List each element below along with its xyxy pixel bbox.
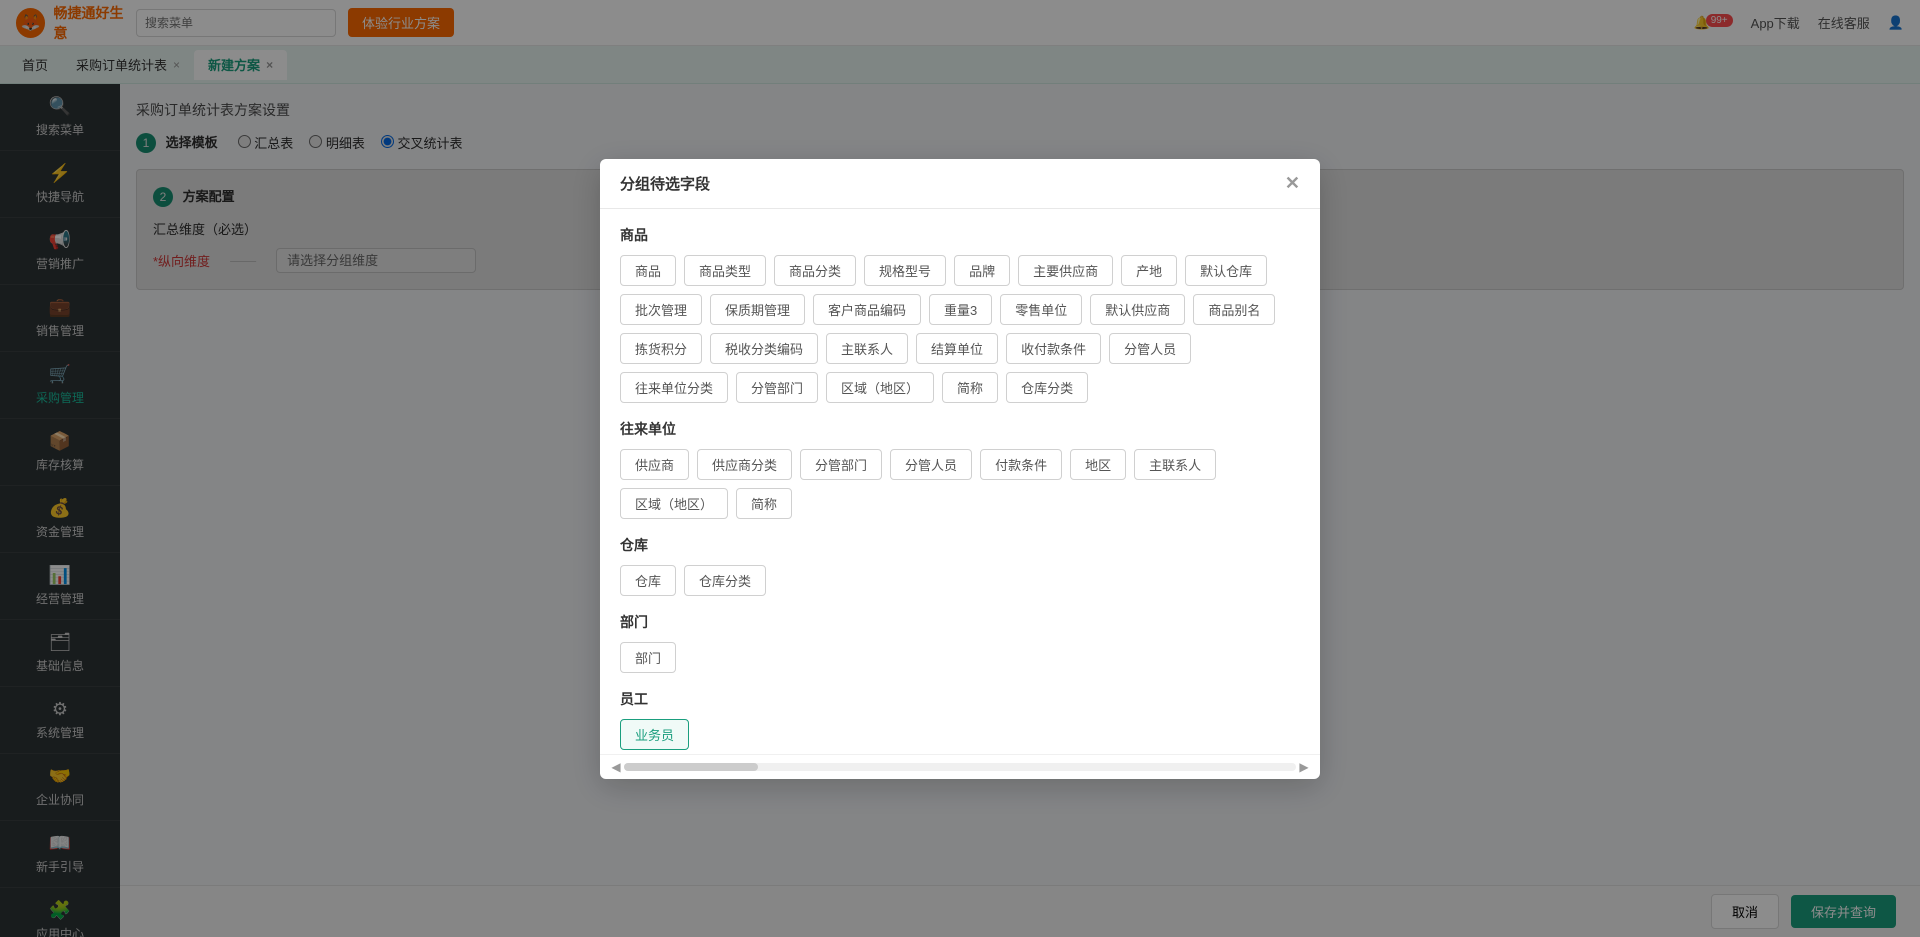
field-tags-4: 业务员 — [620, 719, 1300, 750]
field-select-modal: 分组待选字段 ✕ 商品商品商品类型商品分类规格型号品牌主要供应商产地默认仓库批次… — [600, 159, 1320, 779]
field-tag-0-23[interactable]: 区域（地区） — [826, 372, 934, 403]
section-title-1: 往来单位 — [620, 419, 1300, 439]
field-tags-2: 仓库仓库分类 — [620, 565, 1300, 596]
field-tag-0-22[interactable]: 分管部门 — [736, 372, 818, 403]
field-tag-1-7[interactable]: 区域（地区） — [620, 488, 728, 519]
field-tag-0-21[interactable]: 往来单位分类 — [620, 372, 728, 403]
field-tag-4-0[interactable]: 业务员 — [620, 719, 689, 750]
field-tag-0-16[interactable]: 税收分类编码 — [710, 333, 818, 364]
field-tag-1-2[interactable]: 分管部门 — [800, 449, 882, 480]
field-tag-1-6[interactable]: 主联系人 — [1134, 449, 1216, 480]
field-tag-0-18[interactable]: 结算单位 — [916, 333, 998, 364]
field-tag-2-1[interactable]: 仓库分类 — [684, 565, 766, 596]
scroll-right-arrow[interactable]: ▶ — [1296, 759, 1312, 775]
modal-header: 分组待选字段 ✕ — [600, 159, 1320, 209]
field-tag-1-5[interactable]: 地区 — [1070, 449, 1126, 480]
section-title-0: 商品 — [620, 225, 1300, 245]
modal-bottom-scroll: ◀ ▶ — [600, 754, 1320, 779]
field-tag-0-12[interactable]: 零售单位 — [1000, 294, 1082, 325]
field-tag-0-3[interactable]: 规格型号 — [864, 255, 946, 286]
field-tag-3-0[interactable]: 部门 — [620, 642, 676, 673]
field-tags-3: 部门 — [620, 642, 1300, 673]
modal-title: 分组待选字段 — [620, 173, 710, 194]
field-tag-0-15[interactable]: 拣货积分 — [620, 333, 702, 364]
field-tag-0-0[interactable]: 商品 — [620, 255, 676, 286]
field-tag-0-10[interactable]: 客户商品编码 — [813, 294, 921, 325]
field-tag-0-14[interactable]: 商品别名 — [1193, 294, 1275, 325]
field-tag-1-0[interactable]: 供应商 — [620, 449, 689, 480]
field-tag-0-6[interactable]: 产地 — [1121, 255, 1177, 286]
field-tag-0-7[interactable]: 默认仓库 — [1185, 255, 1267, 286]
field-tag-0-19[interactable]: 收付款条件 — [1006, 333, 1101, 364]
section-title-2: 仓库 — [620, 535, 1300, 555]
field-tag-0-11[interactable]: 重量3 — [929, 294, 992, 325]
field-tags-1: 供应商供应商分类分管部门分管人员付款条件地区主联系人区域（地区） 简称 — [620, 449, 1300, 519]
field-tag-0-5[interactable]: 主要供应商 — [1018, 255, 1113, 286]
field-tag-0-20[interactable]: 分管人员 — [1109, 333, 1191, 364]
modal-overlay: 分组待选字段 ✕ 商品商品商品类型商品分类规格型号品牌主要供应商产地默认仓库批次… — [0, 0, 1920, 937]
modal-close-button[interactable]: ✕ — [1285, 174, 1300, 192]
scroll-left-arrow[interactable]: ◀ — [608, 759, 624, 775]
field-tag-0-13[interactable]: 默认供应商 — [1090, 294, 1185, 325]
field-tags-0: 商品商品类型商品分类规格型号品牌主要供应商产地默认仓库批次管理保质期管理客户商品… — [620, 255, 1300, 403]
field-tag-1-3[interactable]: 分管人员 — [890, 449, 972, 480]
field-tag-0-1[interactable]: 商品类型 — [684, 255, 766, 286]
field-tag-2-0[interactable]: 仓库 — [620, 565, 676, 596]
field-tag-1-4[interactable]: 付款条件 — [980, 449, 1062, 480]
field-tag-0-9[interactable]: 保质期管理 — [710, 294, 805, 325]
field-tag-1-1[interactable]: 供应商分类 — [697, 449, 792, 480]
field-tag-1-8[interactable]: 简称 — [736, 488, 792, 519]
field-tag-0-4[interactable]: 品牌 — [954, 255, 1010, 286]
field-tag-0-2[interactable]: 商品分类 — [774, 255, 856, 286]
field-tag-0-17[interactable]: 主联系人 — [826, 333, 908, 364]
field-tag-0-24[interactable]: 简称 — [942, 372, 998, 403]
section-title-4: 员工 — [620, 689, 1300, 709]
field-tag-0-25[interactable]: 仓库分类 — [1006, 372, 1088, 403]
field-tag-0-8[interactable]: 批次管理 — [620, 294, 702, 325]
modal-body: 商品商品商品类型商品分类规格型号品牌主要供应商产地默认仓库批次管理保质期管理客户… — [600, 209, 1320, 754]
section-title-3: 部门 — [620, 612, 1300, 632]
